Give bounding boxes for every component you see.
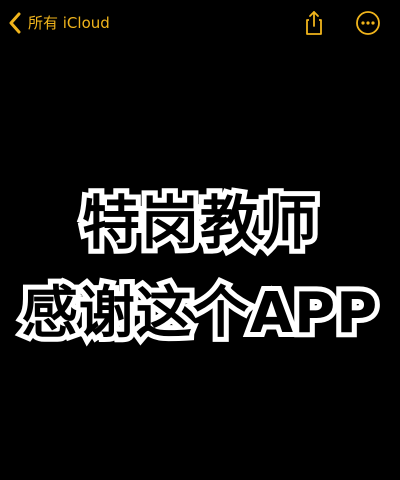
navigation-bar: 所有 iCloud — [0, 0, 400, 48]
share-icon — [306, 11, 322, 35]
back-button[interactable]: 所有 iCloud — [8, 10, 110, 36]
headline-line-2: 感谢这个APP — [17, 276, 382, 351]
share-button[interactable] — [300, 9, 328, 37]
headline-line-1: 特岗教师 — [77, 184, 322, 262]
note-body[interactable]: 特岗教师 感谢这个APP — [0, 48, 400, 480]
more-options-button[interactable] — [355, 10, 381, 36]
chevron-left-icon — [9, 12, 21, 34]
ellipsis-circle-icon — [356, 11, 380, 35]
back-label: 所有 iCloud — [28, 14, 110, 32]
